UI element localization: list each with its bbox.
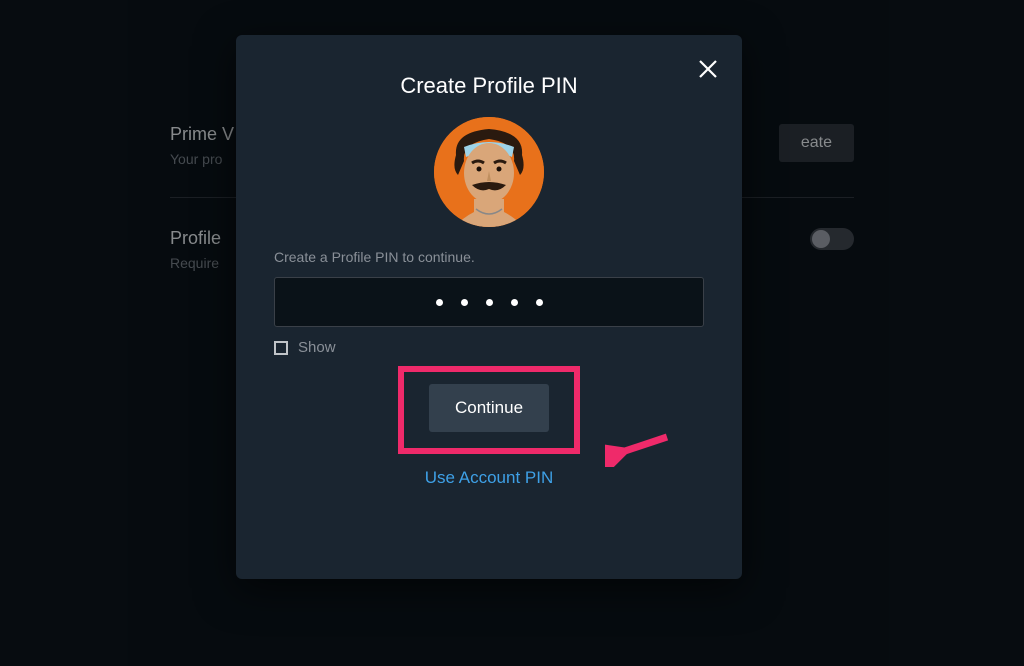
pin-dot xyxy=(486,299,493,306)
close-icon xyxy=(696,57,720,81)
modal-title: Create Profile PIN xyxy=(274,73,704,99)
use-account-pin-link[interactable]: Use Account PIN xyxy=(274,468,704,488)
modal-instruction: Create a Profile PIN to continue. xyxy=(274,249,704,265)
pin-dot xyxy=(511,299,518,306)
pin-dot xyxy=(436,299,443,306)
pin-input[interactable] xyxy=(274,277,704,327)
show-pin-checkbox[interactable] xyxy=(274,341,288,355)
profile-avatar xyxy=(434,117,544,227)
close-button[interactable] xyxy=(692,53,724,85)
show-pin-label: Show xyxy=(298,339,336,356)
continue-button-label: Continue xyxy=(455,398,523,417)
avatar-container xyxy=(274,117,704,227)
show-pin-row: Show xyxy=(274,339,704,356)
pin-dot xyxy=(461,299,468,306)
continue-button[interactable]: Continue xyxy=(429,384,549,432)
create-pin-modal: Create Profile PIN xyxy=(236,35,742,579)
continue-container: Continue xyxy=(274,384,704,432)
pin-dot xyxy=(536,299,543,306)
